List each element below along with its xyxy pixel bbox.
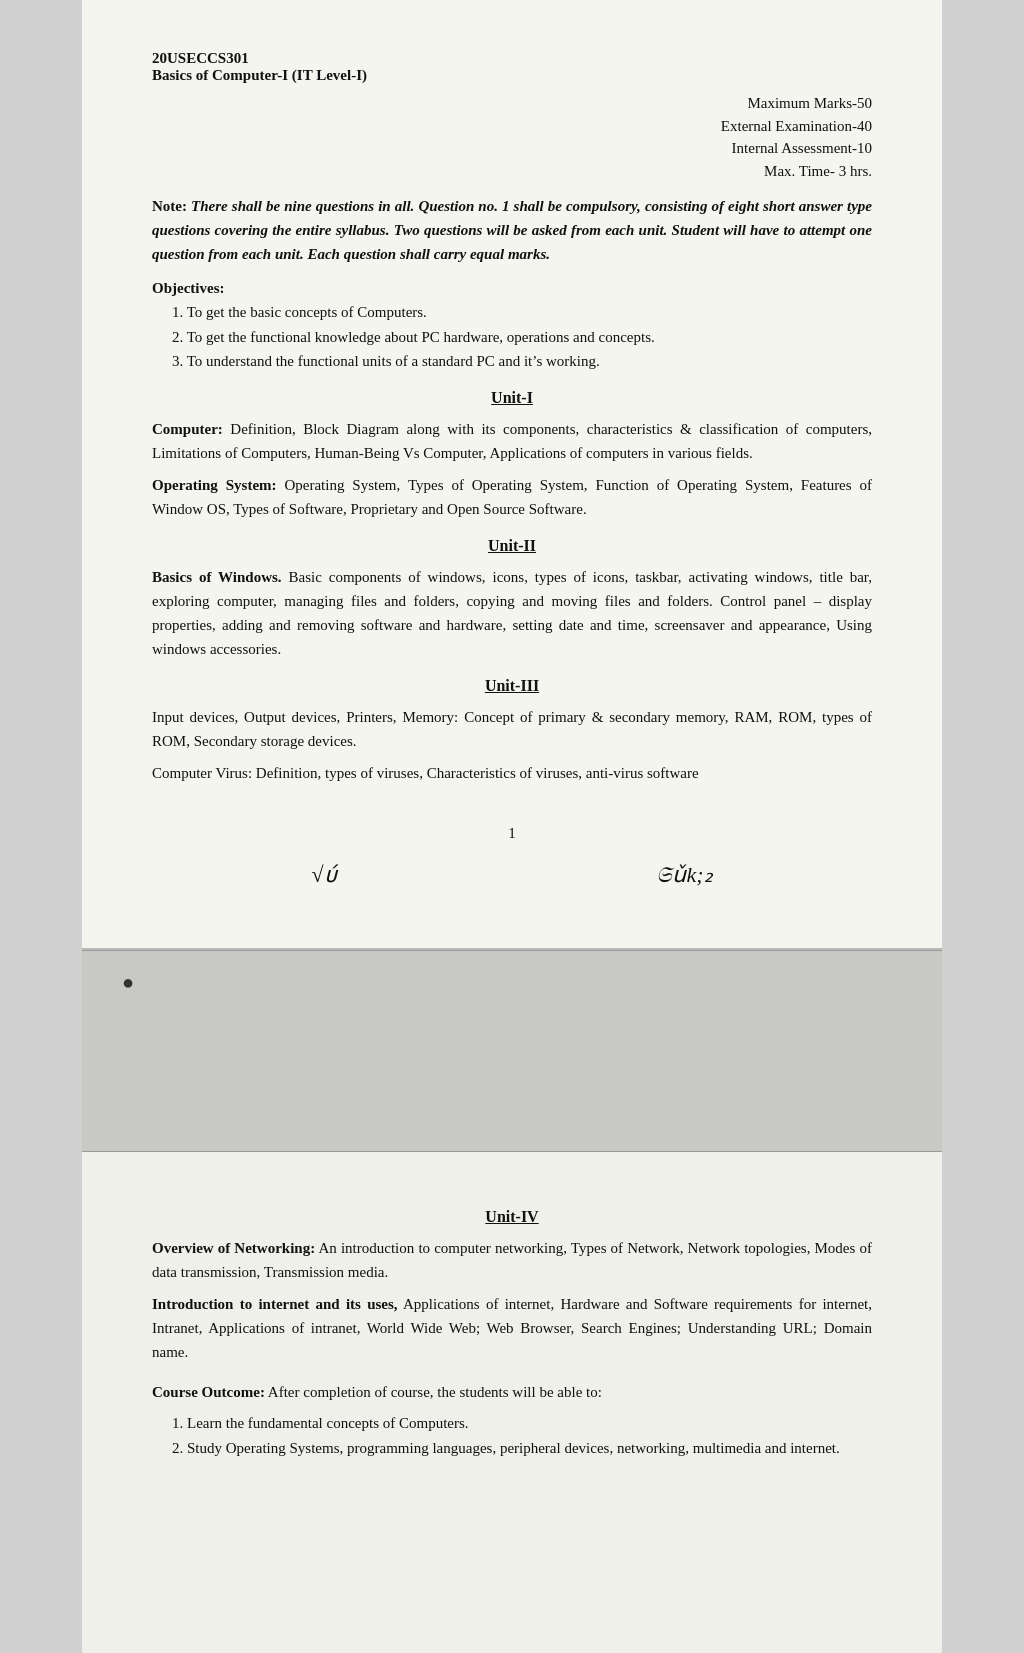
- list-item: 2. To get the functional knowledge about…: [172, 326, 872, 349]
- course-title: Basics of Computer-I (IT Level-I): [152, 67, 872, 84]
- course-outcome-label: Course Outcome:: [152, 1384, 265, 1400]
- course-code: 20USECCS301: [152, 50, 872, 67]
- networking-label: Overview of Networking:: [152, 1240, 315, 1256]
- maximum-marks: Maximum Marks-50: [152, 92, 872, 115]
- unit2-heading: Unit-II: [152, 537, 872, 555]
- note-label: Note:: [152, 198, 187, 214]
- unit3-heading: Unit-III: [152, 677, 872, 695]
- list-item: 2. Study Operating Systems, programming …: [172, 1437, 872, 1460]
- internal-assessment: Internal Assessment-10: [152, 137, 872, 160]
- objectives-list: 1. To get the basic concepts of Computer…: [152, 301, 872, 373]
- os-label: Operating System:: [152, 477, 277, 493]
- course-header: 20USECCS301 Basics of Computer-I (IT Lev…: [152, 50, 872, 84]
- unit4-networking: Overview of Networking: An introduction …: [152, 1236, 872, 1284]
- objectives-section: Objectives: 1. To get the basic concepts…: [152, 280, 872, 373]
- signature-1: √ᴜ́: [311, 862, 336, 888]
- signature-2: 𝔖ǔk;₂: [655, 862, 712, 888]
- unit2-basics: Basics of Windows. Basic components of w…: [152, 565, 872, 661]
- course-outcome-text: After completion of course, the students…: [268, 1384, 602, 1400]
- internet-label: Introduction to internet and its uses,: [152, 1296, 398, 1312]
- unit4-internet: Introduction to internet and its uses, A…: [152, 1292, 872, 1364]
- list-item: 1. To get the basic concepts of Computer…: [172, 301, 872, 324]
- gap-mark: ●: [122, 971, 134, 994]
- unit4-heading: Unit-IV: [152, 1208, 872, 1226]
- course-outcome-list: 1. Learn the fundamental concepts of Com…: [152, 1412, 872, 1459]
- computer-text: Definition, Block Diagram along with its…: [152, 421, 872, 461]
- page-1: 20USECCS301 Basics of Computer-I (IT Lev…: [82, 0, 942, 950]
- note-text: There shall be nine questions in all. Qu…: [152, 198, 872, 262]
- list-item: 3. To understand the functional units of…: [172, 350, 872, 373]
- external-exam: External Examination-40: [152, 115, 872, 138]
- note-section: Note: There shall be nine questions in a…: [152, 194, 872, 266]
- marks-section: Maximum Marks-50 External Examination-40…: [152, 92, 872, 182]
- list-item: 1. Learn the fundamental concepts of Com…: [172, 1412, 872, 1435]
- course-outcome-section: Course Outcome: After completion of cour…: [152, 1380, 872, 1459]
- unit3-text1: Input devices, Output devices, Printers,…: [152, 705, 872, 753]
- basics-label: Basics of Windows.: [152, 569, 282, 585]
- gap-page: ●: [82, 951, 942, 1151]
- objectives-title: Objectives:: [152, 280, 872, 297]
- max-time: Max. Time- 3 hrs.: [152, 160, 872, 183]
- unit1-heading: Unit-I: [152, 389, 872, 407]
- signatures: √ᴜ́ 𝔖ǔk;₂: [152, 862, 872, 888]
- computer-label: Computer:: [152, 421, 223, 437]
- unit1-os: Operating System: Operating System, Type…: [152, 473, 872, 521]
- page-2: Unit-IV Overview of Networking: An intro…: [82, 1152, 942, 1653]
- page-number: 1: [152, 825, 872, 842]
- unit3-text2: Computer Virus: Definition, types of vir…: [152, 761, 872, 785]
- course-outcome-intro: Course Outcome: After completion of cour…: [152, 1380, 872, 1404]
- unit1-computer: Computer: Definition, Block Diagram alon…: [152, 417, 872, 465]
